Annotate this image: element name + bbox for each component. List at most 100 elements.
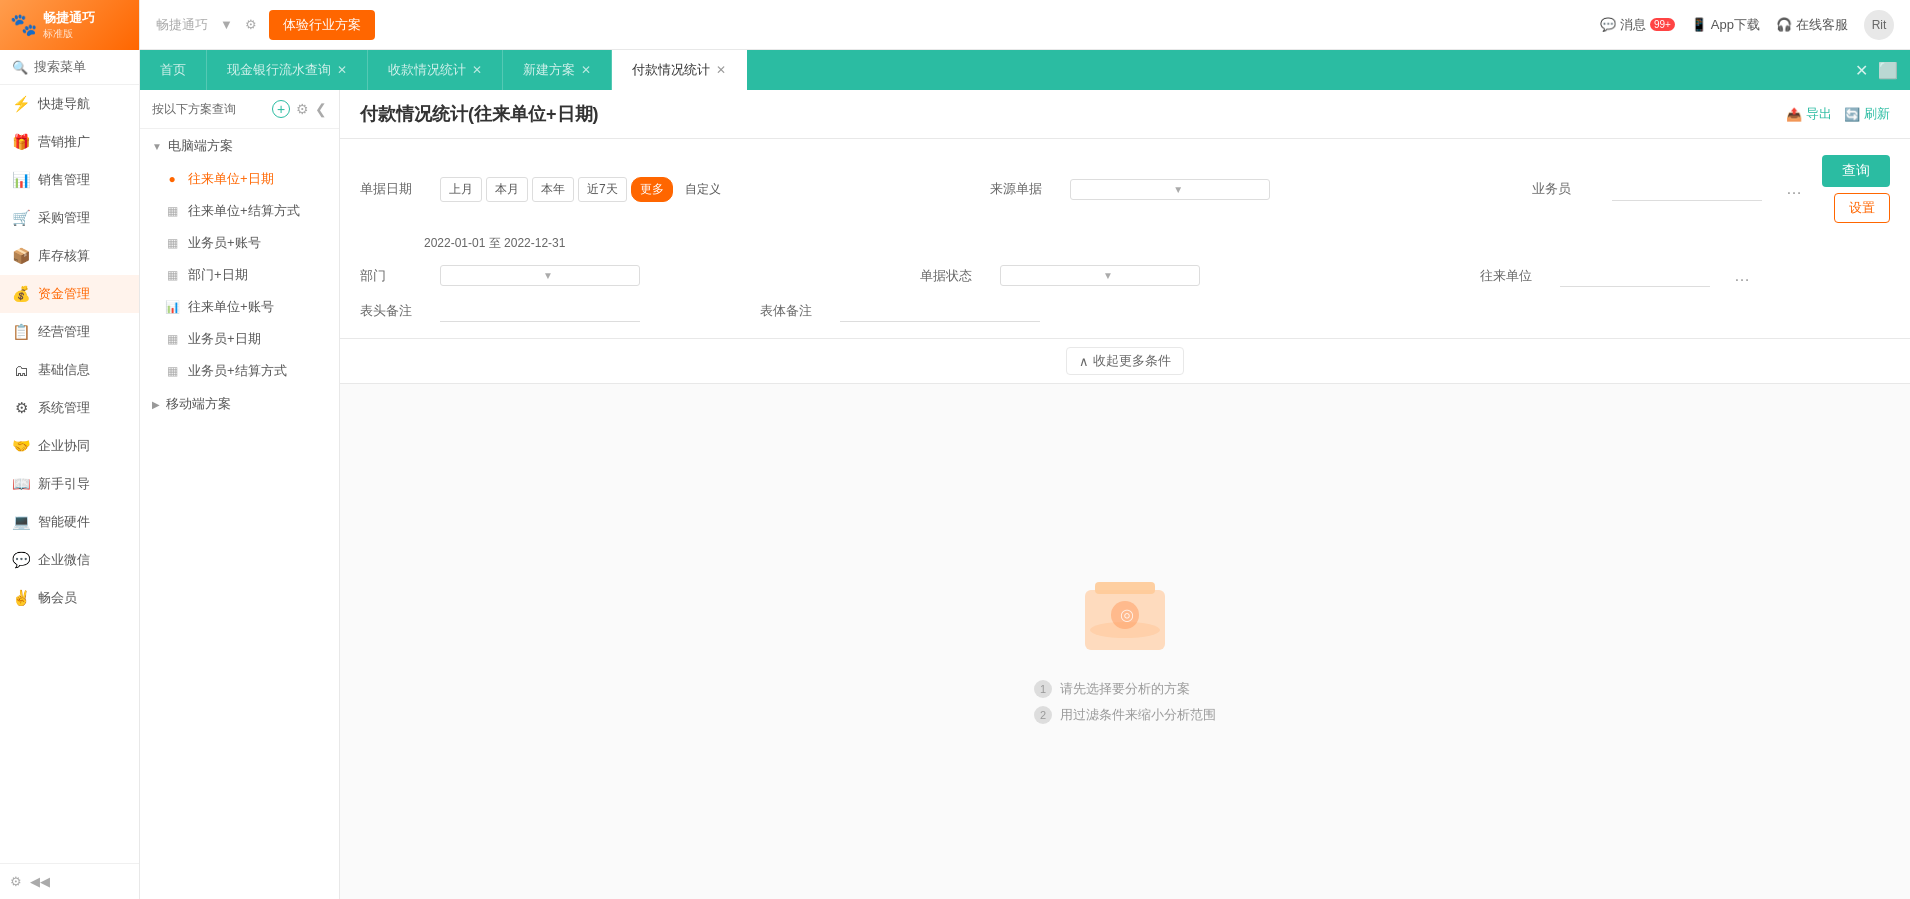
date-range-value: 2022-01-01 至 2022-12-31 [424,235,565,252]
edition-label: 标准版 [43,27,95,41]
tip-text-1: 请先选择要分析的方案 [1060,680,1190,698]
doc-status-select[interactable]: ▼ [1000,265,1200,286]
tab-close-all-btn[interactable]: ✕ [1855,61,1868,80]
sidebar-label-guide: 新手引导 [38,475,90,493]
add-scheme-btn[interactable]: + [272,100,290,118]
empty-illustration: ◎ [1065,560,1185,660]
sidebar-icon-system: ⚙ [12,399,30,417]
sidebar-item-finance[interactable]: 💰资金管理 [0,275,139,313]
scheme-item[interactable]: 📊往来单位+账号 [140,291,339,323]
section-arrow: ▼ [152,141,162,152]
query-btn[interactable]: 查询 [1822,155,1890,187]
scheme-item[interactable]: ▦往来单位+结算方式 [140,195,339,227]
settings-scheme-btn[interactable]: ⚙ [296,101,309,117]
sidebar-label-inventory: 库存核算 [38,247,90,265]
scheme-item[interactable]: ▦部门+日期 [140,259,339,291]
counterparty-more-btn[interactable]: … [1734,267,1750,285]
sidebar-item-sales[interactable]: 📊销售管理 [0,161,139,199]
header-note-input[interactable] [440,299,640,322]
source-select[interactable]: ▼ [1070,179,1270,200]
scheme-section-header[interactable]: ▼电脑端方案 [140,129,339,163]
sidebar-item-basic[interactable]: 🗂 基础信息 [0,351,139,389]
sidebar-icon-guide: 📖 [12,475,30,493]
counterparty-input[interactable] [1560,264,1710,287]
collapse-panel-btn[interactable]: ❮ [315,101,327,117]
sidebar-item-hardware[interactable]: 💻智能硬件 [0,503,139,541]
dept-select[interactable]: ▼ [440,265,640,286]
body-note-input[interactable] [840,299,1040,322]
tab-close-payment-stats[interactable]: ✕ [716,63,726,77]
tab-collection-stats[interactable]: 收款情况统计 ✕ [368,50,503,90]
tab-close-bank-flow[interactable]: ✕ [337,63,347,77]
sidebar-icon-hardware: 💻 [12,513,30,531]
date-buttons: 上月本月本年近7天更多自定义 [440,177,729,202]
tab-label-collection-stats: 收款情况统计 [388,61,466,79]
nav-dropdown-icon[interactable]: ▼ [220,17,233,32]
scheme-section-header[interactable]: ▶移动端方案 [140,387,339,421]
sidebar-icon-basic: 🗂 [12,361,30,379]
settings-footer-icon[interactable]: ⚙ [10,874,22,889]
industry-btn[interactable]: 体验行业方案 [269,10,375,40]
collapse-bar: ∧ 收起更多条件 [340,339,1910,384]
tab-new-scheme[interactable]: 新建方案 ✕ [503,50,612,90]
export-btn[interactable]: 📤 导出 [1786,105,1832,123]
scheme-item[interactable]: ▦业务员+账号 [140,227,339,259]
tab-close-collection-stats[interactable]: ✕ [472,63,482,77]
sidebar-item-operation[interactable]: 📋经营管理 [0,313,139,351]
topbar-gear-icon[interactable]: ⚙ [245,17,257,32]
sidebar-item-inventory[interactable]: 📦库存核算 [0,237,139,275]
tab-maximize-btn[interactable]: ⬜ [1878,61,1898,80]
tab-bank-flow[interactable]: 现金银行流水查询✕ [207,50,368,90]
refresh-icon: 🔄 [1844,107,1860,122]
app-download-item[interactable]: 📱 App下载 [1691,16,1760,34]
salesperson-input[interactable] [1612,178,1762,201]
sidebar-item-guide[interactable]: 📖 新手引导 [0,465,139,503]
salesperson-label: 业务员 [1532,180,1592,198]
message-icon: 💬 [1600,17,1616,32]
sidebar-label-basic: 基础信息 [38,361,90,379]
scheme-item-label: 往来单位+结算方式 [188,202,300,220]
collapse-conditions-btn[interactable]: ∧ 收起更多条件 [1066,347,1184,375]
date-btn-近7天[interactable]: 近7天 [578,177,627,202]
settings-btn[interactable]: 设置 [1834,193,1890,223]
scheme-item[interactable]: ▦业务员+结算方式 [140,355,339,387]
date-btn-custom[interactable]: 自定义 [677,178,729,201]
sidebar-label-vip: 畅会员 [38,589,77,607]
search-menu-item[interactable]: 🔍 搜索菜单 [0,50,139,85]
date-btn-本年[interactable]: 本年 [532,177,574,202]
refresh-btn[interactable]: 🔄 刷新 [1844,105,1890,123]
scheme-item[interactable]: ●往来单位+日期 [140,163,339,195]
collapse-sidebar-btn[interactable]: ◀◀ [30,874,50,889]
tab-home[interactable]: 首页 [140,50,207,90]
salesperson-more-btn[interactable]: … [1786,180,1802,198]
sidebar-item-marketing[interactable]: 🎁营销推广 [0,123,139,161]
collapse-label: 收起更多条件 [1093,352,1171,370]
sidebar-item-weixin[interactable]: 💬企业微信 [0,541,139,579]
date-btn-上月[interactable]: 上月 [440,177,482,202]
filter-area: 单据日期 上月本月本年近7天更多自定义 来源单据 ▼ 业务员 … 查询 设置 [340,139,1910,339]
scheme-item-label: 业务员+结算方式 [188,362,287,380]
filter-row-1: 单据日期 上月本月本年近7天更多自定义 来源单据 ▼ 业务员 … 查询 设置 [360,155,1890,223]
empty-tips: 1 请先选择要分析的方案 2 用过滤条件来缩小分析范围 [1034,680,1216,724]
tab-label-payment-stats: 付款情况统计 [632,61,710,79]
sidebar: 🐾 畅捷通巧 标准版 🔍 搜索菜单 ⚡快捷导航🎁营销推广📊销售管理🛒采购管理📦库… [0,0,140,899]
online-service-item[interactable]: 🎧 在线客服 [1776,16,1848,34]
user-avatar[interactable]: Rit [1864,10,1894,40]
sidebar-item-quick-nav[interactable]: ⚡快捷导航 [0,85,139,123]
sidebar-header: 🐾 畅捷通巧 标准版 [0,0,139,50]
sidebar-label-system: 系统管理 [38,399,90,417]
date-btn-more[interactable]: 更多 [631,177,673,202]
sidebar-item-collab[interactable]: 🤝企业协同 [0,427,139,465]
tab-label-new-scheme: 新建方案 [523,61,575,79]
source-dropdown-icon: ▼ [1173,184,1261,195]
sidebar-item-system[interactable]: ⚙ 系统管理 [0,389,139,427]
sidebar-item-purchase[interactable]: 🛒采购管理 [0,199,139,237]
sidebar-item-vip[interactable]: ✌畅会员 [0,579,139,617]
date-btn-本月[interactable]: 本月 [486,177,528,202]
message-item[interactable]: 💬 消息 99+ [1600,16,1675,34]
refresh-label: 刷新 [1864,105,1890,123]
tab-close-new-scheme[interactable]: ✕ [581,63,591,77]
scheme-item[interactable]: ▦业务员+日期 [140,323,339,355]
dept-label: 部门 [360,267,420,285]
tab-payment-stats[interactable]: 付款情况统计 ✕ [612,50,747,90]
